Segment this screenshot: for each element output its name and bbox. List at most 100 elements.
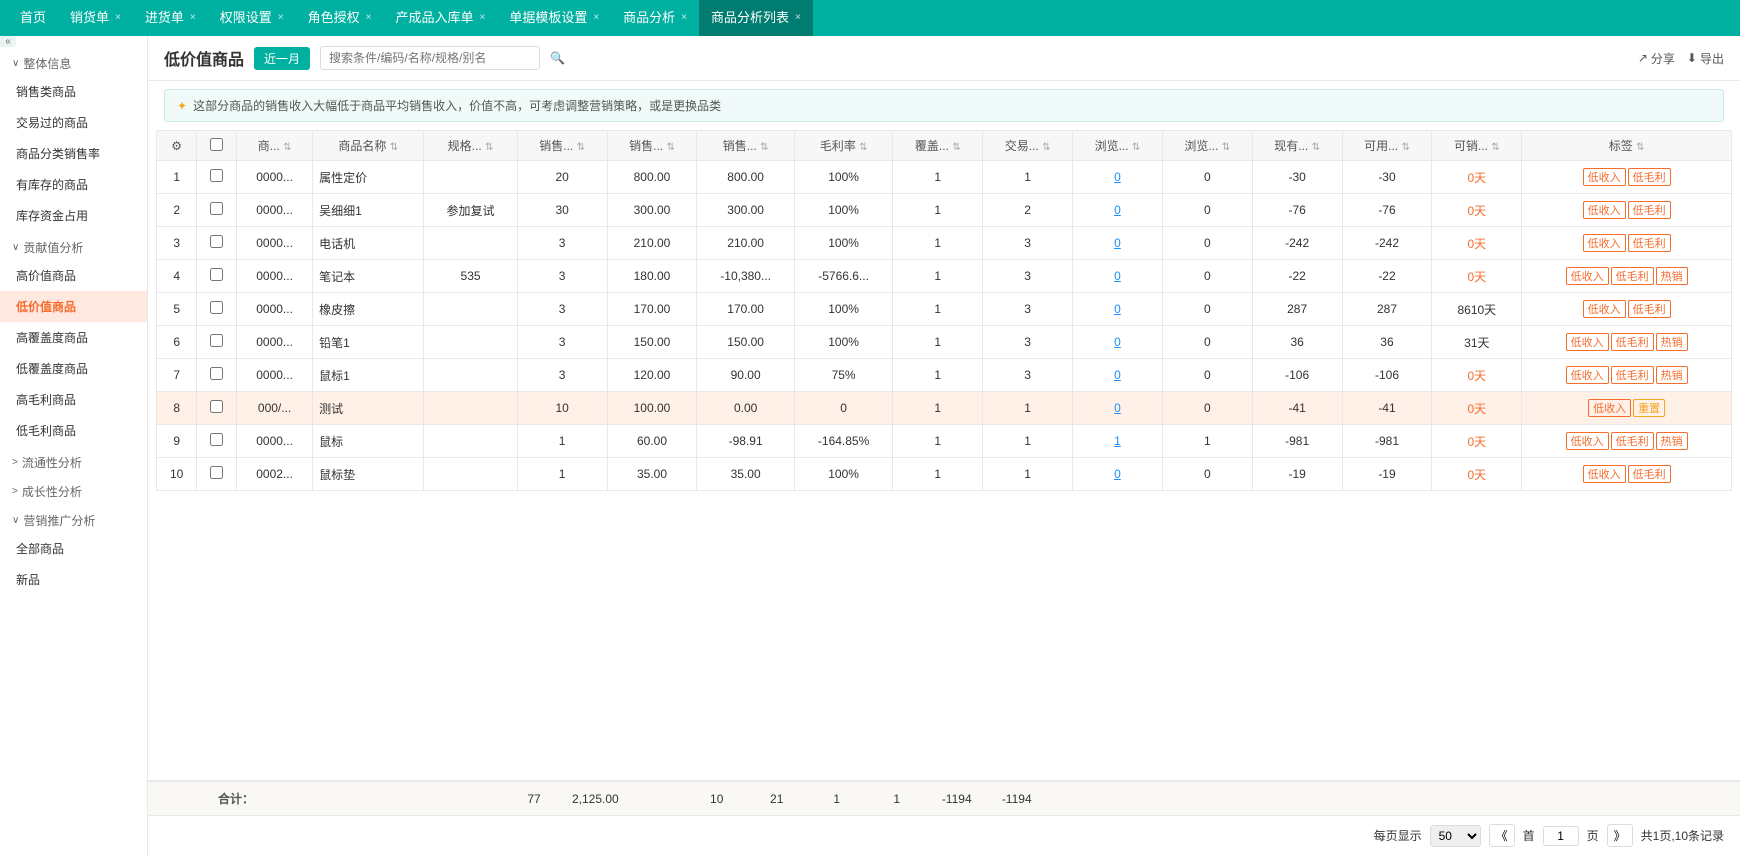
cell-checkbox[interactable]	[197, 326, 237, 359]
row-checkbox[interactable]	[210, 202, 223, 215]
cell-checkbox[interactable]	[197, 293, 237, 326]
sidebar-item-low-coverage[interactable]: 低覆盖度商品	[0, 353, 147, 384]
cell-checkbox[interactable]	[197, 458, 237, 491]
cell-browse1[interactable]: 0	[1073, 194, 1163, 227]
col-margin[interactable]: 毛利率 ⇅	[794, 131, 892, 161]
cell-checkbox[interactable]	[197, 392, 237, 425]
cell-browse1[interactable]: 0	[1073, 326, 1163, 359]
sidebar-item-traded-goods[interactable]: 交易过的商品	[0, 107, 147, 138]
col-stock1[interactable]: 现有... ⇅	[1252, 131, 1342, 161]
col-sale2[interactable]: 销售... ⇅	[697, 131, 794, 161]
close-icon[interactable]: ×	[681, 0, 687, 36]
cell-checkbox[interactable]	[197, 425, 237, 458]
row-checkbox[interactable]	[210, 301, 223, 314]
browse-link[interactable]: 0	[1114, 269, 1121, 283]
cell-checkbox[interactable]	[197, 227, 237, 260]
cell-checkbox[interactable]	[197, 194, 237, 227]
col-days[interactable]: 可销... ⇅	[1432, 131, 1522, 161]
browse-link[interactable]: 1	[1114, 434, 1121, 448]
cell-browse1[interactable]: 0	[1073, 161, 1163, 194]
sidebar-item-sales-goods[interactable]: 销售类商品	[0, 76, 147, 107]
sidebar-item-low-value[interactable]: 低价值商品	[0, 291, 147, 322]
row-checkbox[interactable]	[210, 334, 223, 347]
row-checkbox[interactable]	[210, 367, 223, 380]
export-button[interactable]: ⬇ 导出	[1687, 50, 1724, 67]
close-icon[interactable]: ×	[479, 0, 485, 36]
col-browse1[interactable]: 浏览... ⇅	[1073, 131, 1163, 161]
sidebar-group-circulation[interactable]: > 流通性分析	[0, 446, 147, 475]
sidebar-item-all-goods[interactable]: 全部商品	[0, 533, 147, 564]
browse-link[interactable]: 0	[1114, 335, 1121, 349]
row-checkbox[interactable]	[210, 169, 223, 182]
close-icon[interactable]: ×	[278, 0, 284, 36]
nav-product-inbound[interactable]: 产成品入库单 ×	[383, 0, 497, 36]
close-icon[interactable]: ×	[366, 0, 372, 36]
sidebar-item-high-value[interactable]: 高价值商品	[0, 260, 147, 291]
select-all-checkbox[interactable]	[210, 138, 223, 151]
nav-purchase-order[interactable]: 进货单 ×	[133, 0, 208, 36]
search-icon[interactable]: 🔍	[550, 51, 565, 65]
cell-browse1[interactable]: 0	[1073, 392, 1163, 425]
cell-checkbox[interactable]	[197, 161, 237, 194]
search-input[interactable]	[320, 46, 540, 70]
cell-browse1[interactable]: 0	[1073, 359, 1163, 392]
cell-browse1[interactable]: 0	[1073, 293, 1163, 326]
sidebar-item-inventory-capital[interactable]: 库存资金占用	[0, 200, 147, 231]
time-filter-button[interactable]: 近一月	[254, 47, 310, 70]
nav-template-settings[interactable]: 单据模板设置 ×	[497, 0, 611, 36]
sidebar-item-new-goods[interactable]: 新品	[0, 564, 147, 595]
row-checkbox[interactable]	[210, 235, 223, 248]
col-trade[interactable]: 交易... ⇅	[983, 131, 1073, 161]
cell-checkbox[interactable]	[197, 260, 237, 293]
col-tags[interactable]: 标签 ⇅	[1522, 131, 1732, 161]
close-icon[interactable]: ×	[593, 0, 599, 36]
first-page-btn[interactable]: 《	[1489, 824, 1515, 847]
per-page-select[interactable]: 50 100 200	[1430, 825, 1481, 847]
close-icon[interactable]: ×	[795, 0, 801, 36]
close-icon[interactable]: ×	[115, 0, 121, 36]
nav-product-analysis[interactable]: 商品分析 ×	[611, 0, 699, 36]
col-coverage[interactable]: 覆盖... ⇅	[893, 131, 983, 161]
sidebar-item-high-coverage[interactable]: 高覆盖度商品	[0, 322, 147, 353]
sidebar-item-low-profit[interactable]: 低毛利商品	[0, 415, 147, 446]
col-checkbox[interactable]	[197, 131, 237, 161]
row-checkbox[interactable]	[210, 433, 223, 446]
col-qty[interactable]: 销售... ⇅	[517, 131, 607, 161]
cell-browse1[interactable]: 0	[1073, 227, 1163, 260]
browse-link[interactable]: 0	[1114, 467, 1121, 481]
col-stock2[interactable]: 可用... ⇅	[1342, 131, 1432, 161]
sidebar-item-category-sales-rate[interactable]: 商品分类销售率	[0, 138, 147, 169]
col-name[interactable]: 商品名称 ⇅	[313, 131, 424, 161]
close-icon[interactable]: ×	[190, 0, 196, 36]
page-number-input[interactable]	[1543, 826, 1579, 846]
row-checkbox[interactable]	[210, 466, 223, 479]
sidebar-collapse-btn[interactable]: «	[0, 36, 16, 47]
cell-checkbox[interactable]	[197, 359, 237, 392]
nav-role-auth[interactable]: 角色授权 ×	[296, 0, 384, 36]
browse-link[interactable]: 0	[1114, 368, 1121, 382]
sidebar-item-inventory-goods[interactable]: 有库存的商品	[0, 169, 147, 200]
last-page-btn[interactable]: 》	[1607, 824, 1633, 847]
share-button[interactable]: ↗ 分享	[1638, 50, 1675, 67]
nav-permissions[interactable]: 权限设置 ×	[208, 0, 296, 36]
nav-product-analysis-list[interactable]: 商品分析列表 ×	[699, 0, 813, 36]
browse-link[interactable]: 0	[1114, 236, 1121, 250]
col-settings[interactable]: ⚙	[157, 131, 197, 161]
sidebar-group-marketing[interactable]: ∨ 营销推广分析	[0, 504, 147, 533]
browse-link[interactable]: 0	[1114, 203, 1121, 217]
nav-sales-order[interactable]: 销货单 ×	[58, 0, 133, 36]
col-sale1[interactable]: 销售... ⇅	[607, 131, 697, 161]
cell-browse1[interactable]: 0	[1073, 458, 1163, 491]
cell-browse1[interactable]: 0	[1073, 260, 1163, 293]
sidebar-group-overall[interactable]: ∨ 整体信息	[0, 47, 147, 76]
sidebar-item-high-profit[interactable]: 高毛利商品	[0, 384, 147, 415]
browse-link[interactable]: 0	[1114, 170, 1121, 184]
col-code[interactable]: 商... ⇅	[237, 131, 313, 161]
cell-browse1[interactable]: 1	[1073, 425, 1163, 458]
col-spec[interactable]: 规格... ⇅	[424, 131, 517, 161]
browse-link[interactable]: 0	[1114, 302, 1121, 316]
browse-link[interactable]: 0	[1114, 401, 1121, 415]
nav-home[interactable]: 首页	[8, 0, 58, 36]
col-browse2[interactable]: 浏览... ⇅	[1162, 131, 1252, 161]
sidebar-group-contribution[interactable]: ∨ 贡献值分析	[0, 231, 147, 260]
